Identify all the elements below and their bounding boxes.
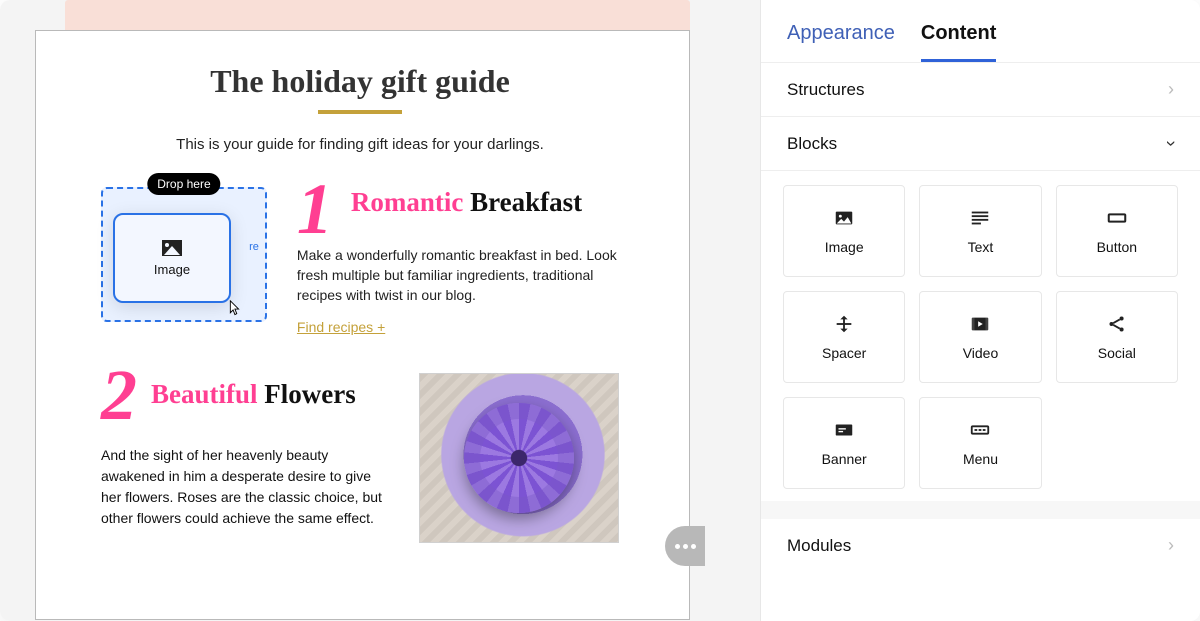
find-recipes-link[interactable]: Find recipes + — [297, 319, 385, 335]
block-image[interactable]: Image — [783, 185, 905, 277]
block-button[interactable]: Button — [1056, 185, 1178, 277]
text-icon — [969, 207, 991, 229]
section1-body: Make a wonderfully romantic breakfast in… — [297, 245, 619, 306]
video-icon — [969, 313, 991, 335]
section-romantic-breakfast: Drop here re Image 1 — [101, 187, 619, 337]
cursor-pointer-icon — [223, 299, 245, 321]
social-icon — [1106, 313, 1128, 335]
block-banner[interactable]: Banner — [783, 397, 905, 489]
section2-text-col: 2 Beautiful Flowers And the sight of her… — [101, 373, 391, 529]
accordion-structures-label: Structures — [787, 80, 864, 100]
sidebar: Appearance Content Structures › Blocks ›… — [760, 0, 1200, 621]
image-drop-zone[interactable]: Drop here re Image — [101, 187, 267, 322]
block-video[interactable]: Video — [919, 291, 1041, 383]
editor-canvas-area: The holiday gift guide This is your guid… — [0, 0, 760, 621]
section2-heading-rest: Flowers — [258, 379, 356, 409]
section1-heading-accent: Romantic — [351, 187, 463, 217]
block-social-label: Social — [1098, 345, 1136, 361]
image-icon — [833, 207, 855, 229]
tab-content[interactable]: Content — [921, 22, 997, 62]
block-spacer[interactable]: Spacer — [783, 291, 905, 383]
button-icon — [1106, 207, 1128, 229]
accordion-modules-label: Modules — [787, 536, 851, 556]
block-menu-label: Menu — [963, 451, 998, 467]
accordion-structures[interactable]: Structures › — [761, 63, 1200, 117]
section2-body: And the sight of her heavenly beauty awa… — [101, 445, 391, 529]
menu-icon — [969, 419, 991, 441]
chevron-right-icon: › — [1168, 79, 1174, 100]
chevron-down-icon: › — [1161, 141, 1182, 147]
section1-heading: Romantic Breakfast — [351, 187, 582, 218]
section-beautiful-flowers: 2 Beautiful Flowers And the sight of her… — [101, 373, 619, 543]
drop-here-label: Drop here — [147, 173, 220, 195]
tab-appearance[interactable]: Appearance — [787, 22, 895, 62]
block-text[interactable]: Text — [919, 185, 1041, 277]
chevron-right-icon: › — [1168, 535, 1174, 556]
dragging-image-block[interactable]: Image — [113, 213, 231, 303]
block-spacer-label: Spacer — [822, 345, 866, 361]
sidebar-tabs: Appearance Content — [761, 0, 1200, 63]
section2-heading: Beautiful Flowers — [151, 379, 356, 410]
block-menu[interactable]: Menu — [919, 397, 1041, 489]
blocks-grid: Image Text Button Spacer Video Social — [761, 171, 1200, 495]
section2-number: 2 — [101, 367, 137, 425]
image-icon — [162, 240, 182, 256]
section2-heading-accent: Beautiful — [151, 379, 258, 409]
spacer-icon — [833, 313, 855, 335]
canvas-content: The holiday gift guide This is your guid… — [36, 31, 689, 543]
template-top-bar — [65, 0, 690, 30]
title-underline — [318, 110, 402, 114]
app: The holiday gift guide This is your guid… — [0, 0, 1200, 621]
page-title: The holiday gift guide — [101, 63, 619, 100]
accordion-blocks[interactable]: Blocks › — [761, 117, 1200, 171]
block-text-label: Text — [968, 239, 994, 255]
block-button-label: Button — [1097, 239, 1137, 255]
section1-number: 1 — [297, 181, 333, 239]
accordion-blocks-label: Blocks — [787, 134, 837, 154]
block-social[interactable]: Social — [1056, 291, 1178, 383]
drop-hint-text: re — [249, 241, 259, 253]
block-banner-label: Banner — [822, 451, 867, 467]
dragging-block-label: Image — [154, 262, 190, 277]
banner-icon — [833, 419, 855, 441]
accordion-modules[interactable]: Modules › — [761, 501, 1200, 572]
more-actions-button[interactable] — [665, 526, 705, 566]
section1-text: 1 Romantic Breakfast Make a wonderfully … — [297, 187, 619, 337]
page-subtitle: This is your guide for finding gift idea… — [101, 136, 619, 153]
flowers-image[interactable] — [419, 373, 619, 543]
section1-heading-rest: Breakfast — [463, 187, 582, 217]
block-video-label: Video — [963, 345, 999, 361]
email-canvas[interactable]: The holiday gift guide This is your guid… — [35, 30, 690, 620]
block-image-label: Image — [825, 239, 864, 255]
